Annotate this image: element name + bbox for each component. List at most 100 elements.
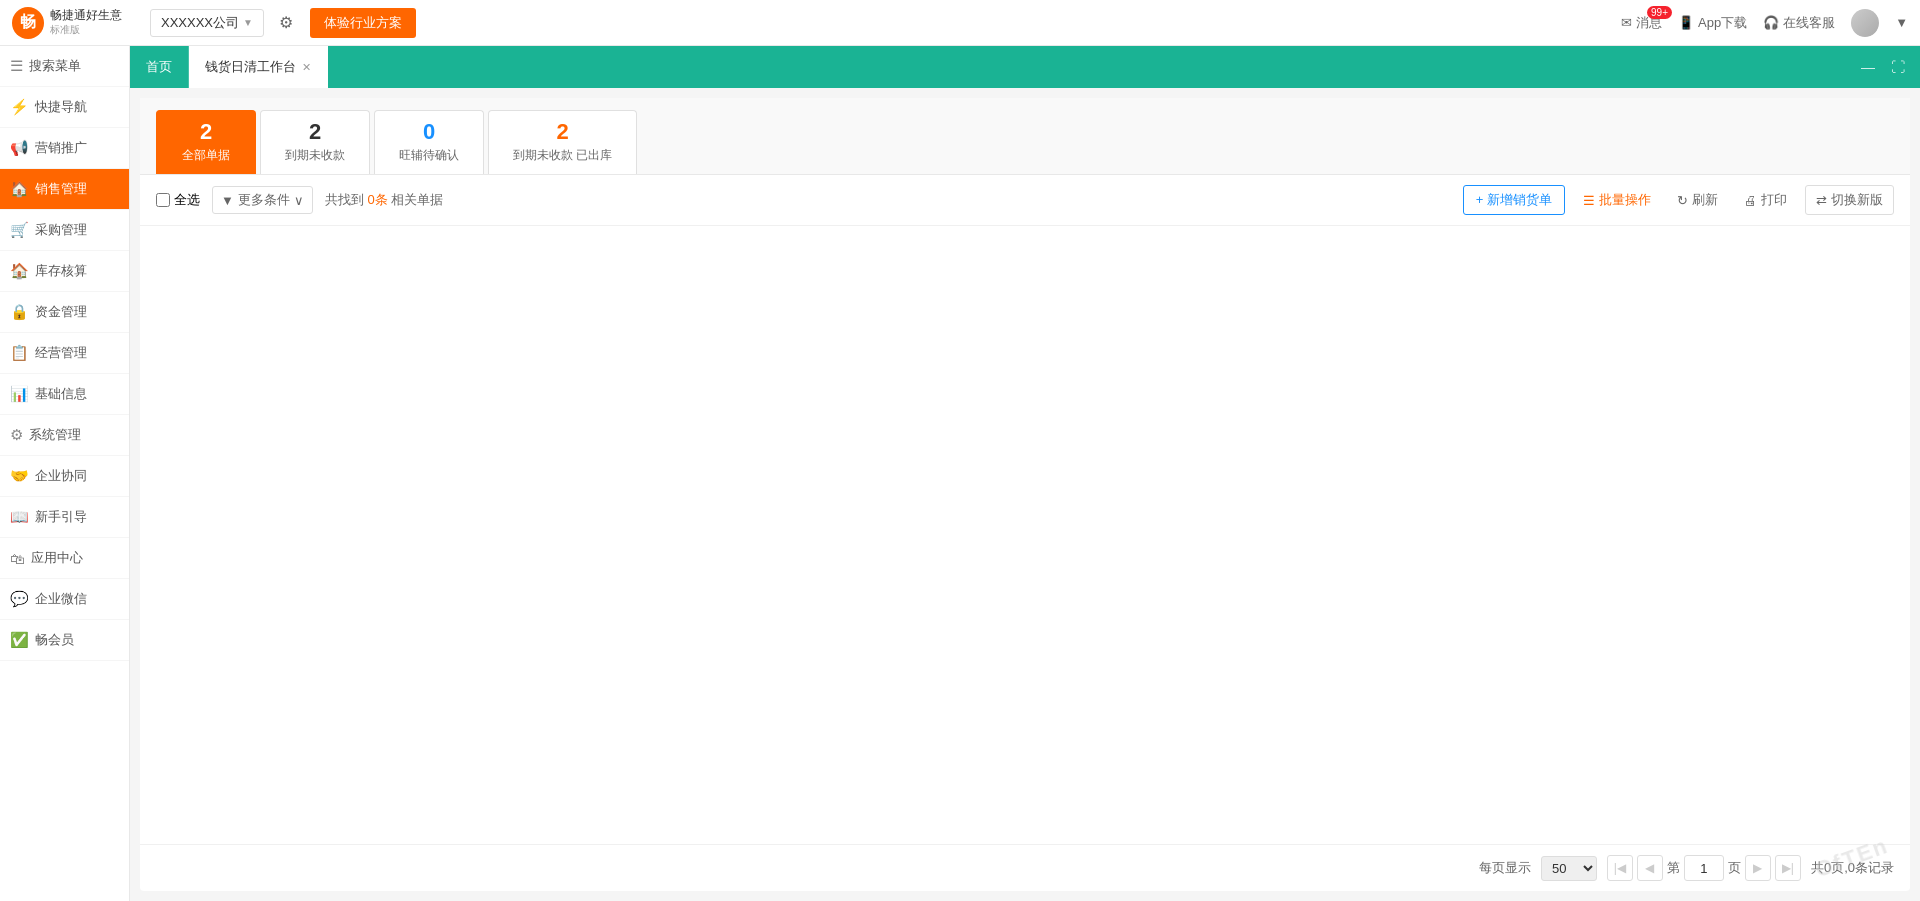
content-panel: 2 全部单据 2 到期未收款 0 旺辅待确认 2 到期未收款 已出库 全选 — [140, 98, 1910, 891]
page-nav: |◀ ◀ 第 页 ▶ ▶| — [1607, 855, 1801, 881]
sidebar: ☰ 搜索菜单 ⚡ 快捷导航 📢 营销推广 🏠 销售管理 🛒 采购管理 🏠 库存核… — [0, 46, 130, 901]
avatar[interactable] — [1851, 9, 1879, 37]
found-suffix: 相关单据 — [391, 192, 443, 207]
switch-icon: ⇄ — [1816, 193, 1827, 208]
app-download-label: App下载 — [1698, 14, 1747, 32]
batch-icon: ☰ — [1583, 193, 1595, 208]
app-download-icon: 📱 — [1678, 15, 1694, 30]
print-button[interactable]: 🖨 打印 — [1736, 187, 1795, 213]
prev-page-button[interactable]: ◀ — [1637, 855, 1663, 881]
tab-workbench[interactable]: 钱货日清工作台 ✕ — [189, 46, 328, 88]
system-icon: ⚙ — [10, 426, 23, 444]
finance-icon: 🔒 — [10, 303, 29, 321]
message-badge: 99+ — [1647, 6, 1672, 19]
sidebar-item-wechat[interactable]: 💬 企业微信 — [0, 579, 129, 620]
sidebar-item-purchase[interactable]: 🛒 采购管理 — [0, 210, 129, 251]
stats-shipped-count: 2 — [557, 119, 569, 145]
stats-tab-all[interactable]: 2 全部单据 — [156, 110, 256, 174]
sidebar-inventory-label: 库存核算 — [35, 262, 87, 280]
main-content: 2 全部单据 2 到期未收款 0 旺辅待确认 2 到期未收款 已出库 全选 — [130, 88, 1920, 901]
sidebar-item-finance[interactable]: 🔒 资金管理 — [0, 292, 129, 333]
stats-tab-pending[interactable]: 0 旺辅待确认 — [374, 110, 484, 174]
toolbar: 全选 ▼ 更多条件 ∨ 共找到 0条 相关单据 + 新增销货单 ☰ 批量操作 — [140, 175, 1910, 226]
sales-icon: 🏠 — [10, 180, 29, 198]
search-menu-icon: ☰ — [10, 57, 23, 75]
tab-close-icon[interactable]: ✕ — [302, 61, 311, 74]
sidebar-wechat-label: 企业微信 — [35, 590, 87, 608]
sidebar-item-marketing[interactable]: 📢 营销推广 — [0, 128, 129, 169]
trial-button[interactable]: 体验行业方案 — [310, 8, 416, 38]
tab-home-label: 首页 — [146, 58, 172, 76]
toolbar-left: 全选 ▼ 更多条件 ∨ 共找到 0条 相关单据 — [156, 186, 1451, 214]
company-selector[interactable]: XXXXXX公司 ▼ — [150, 9, 264, 37]
sidebar-item-guide[interactable]: 📖 新手引导 — [0, 497, 129, 538]
marketing-icon: 📢 — [10, 139, 29, 157]
refresh-button[interactable]: ↻ 刷新 — [1669, 187, 1726, 213]
sidebar-item-member[interactable]: ✅ 畅会员 — [0, 620, 129, 661]
sidebar-item-basic[interactable]: 📊 基础信息 — [0, 374, 129, 415]
total-info: 共0页,0条记录 — [1811, 859, 1894, 877]
last-page-button[interactable]: ▶| — [1775, 855, 1801, 881]
tab-workbench-label: 钱货日清工作台 — [205, 58, 296, 76]
tabbar: 首页 钱货日清工作台 ✕ — ⛶ — [130, 46, 1920, 88]
first-page-button[interactable]: |◀ — [1607, 855, 1633, 881]
print-label: 打印 — [1761, 191, 1787, 209]
settings-icon[interactable]: ⚙ — [270, 7, 302, 39]
switch-label: 切换新版 — [1831, 191, 1883, 209]
sidebar-item-sales[interactable]: 🏠 销售管理 — [0, 169, 129, 210]
sidebar-system-label: 系统管理 — [29, 426, 81, 444]
sidebar-finance-label: 资金管理 — [35, 303, 87, 321]
sidebar-item-shortcut[interactable]: ⚡ 快捷导航 — [0, 87, 129, 128]
filter-button[interactable]: ▼ 更多条件 ∨ — [212, 186, 313, 214]
sidebar-basic-label: 基础信息 — [35, 385, 87, 403]
logo-line1: 畅捷通好生意 — [50, 8, 122, 24]
page-input[interactable] — [1684, 855, 1724, 881]
sidebar-item-enterprise[interactable]: 🤝 企业协同 — [0, 456, 129, 497]
per-page-label: 每页显示 — [1479, 859, 1531, 877]
inventory-icon: 🏠 — [10, 262, 29, 280]
stats-pending-label: 旺辅待确认 — [399, 147, 459, 164]
refresh-label: 刷新 — [1692, 191, 1718, 209]
company-name: XXXXXX公司 — [161, 14, 239, 32]
sidebar-guide-label: 新手引导 — [35, 508, 87, 526]
message-button[interactable]: ✉ 消息 99+ — [1621, 14, 1662, 32]
sidebar-item-system[interactable]: ⚙ 系统管理 — [0, 415, 129, 456]
select-all-checkbox[interactable]: 全选 — [156, 191, 200, 209]
sidebar-item-operations[interactable]: 📋 经营管理 — [0, 333, 129, 374]
logo-text-block: 畅捷通好生意 标准版 — [50, 8, 122, 38]
stats-tab-shipped[interactable]: 2 到期未收款 已出库 — [488, 110, 637, 174]
stats-all-count: 2 — [200, 119, 212, 145]
logo-line2: 标准版 — [50, 23, 122, 37]
online-service-button[interactable]: 🎧 在线客服 — [1763, 14, 1835, 32]
tab-home[interactable]: 首页 — [130, 46, 189, 88]
sidebar-purchase-label: 采购管理 — [35, 221, 87, 239]
select-all-input[interactable] — [156, 193, 170, 207]
tabbar-maximize-button[interactable]: ⛶ — [1884, 53, 1912, 81]
tabbar-minimize-button[interactable]: — — [1854, 53, 1882, 81]
operations-icon: 📋 — [10, 344, 29, 362]
sidebar-item-search[interactable]: ☰ 搜索菜单 — [0, 46, 129, 87]
switch-version-button[interactable]: ⇄ 切换新版 — [1805, 185, 1894, 215]
app-download-button[interactable]: 📱 App下载 — [1678, 14, 1747, 32]
stats-tab-overdue[interactable]: 2 到期未收款 — [260, 110, 370, 174]
sidebar-item-inventory[interactable]: 🏠 库存核算 — [0, 251, 129, 292]
batch-operation-button[interactable]: ☰ 批量操作 — [1575, 187, 1659, 213]
logo: 畅 畅捷通好生意 标准版 — [12, 7, 142, 39]
message-icon: ✉ — [1621, 15, 1632, 30]
new-order-button[interactable]: + 新增销货单 — [1463, 185, 1565, 215]
stats-overdue-label: 到期未收款 — [285, 147, 345, 164]
refresh-icon: ↻ — [1677, 193, 1688, 208]
user-name[interactable]: ▼ — [1895, 15, 1908, 30]
sidebar-appstore-label: 应用中心 — [31, 549, 83, 567]
sidebar-sales-label: 销售管理 — [35, 180, 87, 198]
found-count: 0条 — [368, 192, 388, 207]
sidebar-item-appstore[interactable]: 🛍 应用中心 — [0, 538, 129, 579]
per-page-select[interactable]: 50 10 20 100 — [1541, 856, 1597, 881]
footer-pagination: 每页显示 50 10 20 100 |◀ ◀ 第 页 ▶ ▶| 共0页,0条记录 — [140, 844, 1910, 891]
select-all-label: 全选 — [174, 191, 200, 209]
company-arrow-icon: ▼ — [243, 17, 253, 28]
next-page-button[interactable]: ▶ — [1745, 855, 1771, 881]
print-icon: 🖨 — [1744, 193, 1757, 208]
guide-icon: 📖 — [10, 508, 29, 526]
table-area — [140, 226, 1910, 844]
